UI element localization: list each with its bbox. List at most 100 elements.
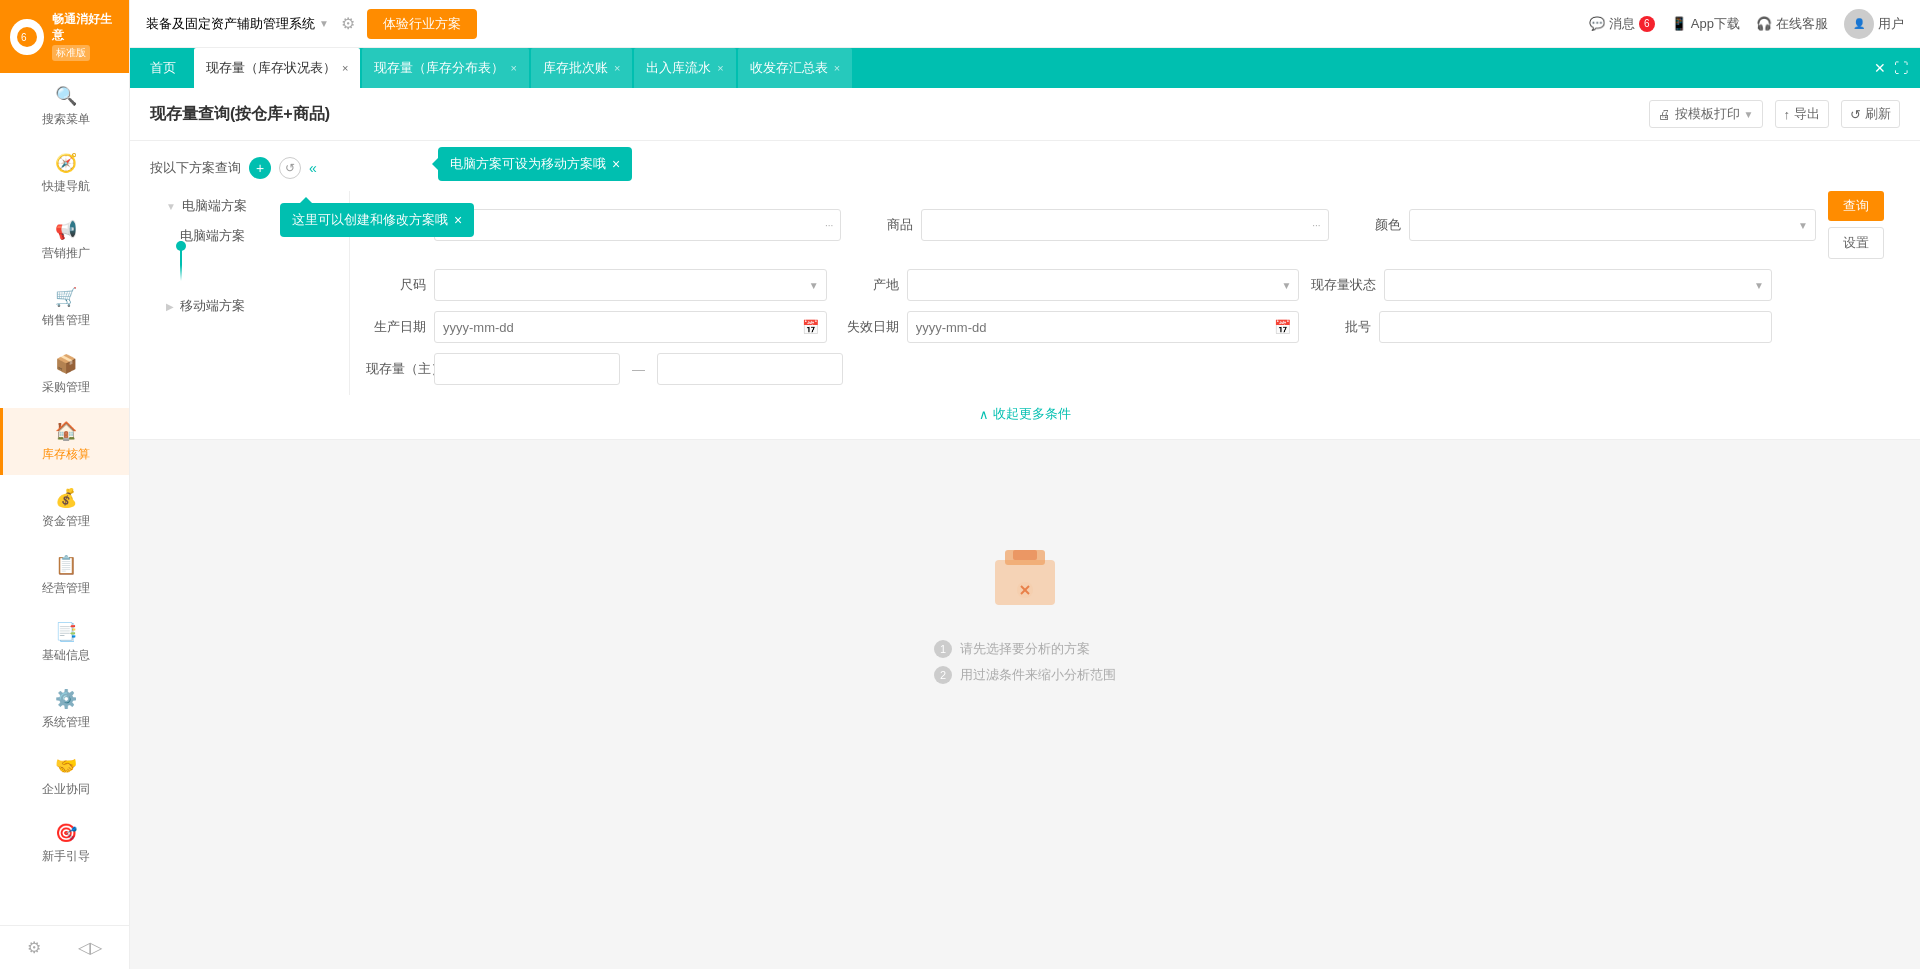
expire-date-input[interactable] [907, 311, 1300, 343]
logo-icon: 6 [10, 19, 44, 55]
sidebar-item-search[interactable]: 🔍 搜索菜单 [0, 73, 129, 140]
warehouse-input[interactable] [434, 209, 841, 241]
tab-inout-flow-close[interactable]: × [717, 62, 723, 74]
template-print-btn[interactable]: 🖨 按模板打印 ▼ [1649, 100, 1763, 128]
tab-batch-account-close[interactable]: × [614, 62, 620, 74]
sidebar-item-operations[interactable]: 📋 经营管理 [0, 542, 129, 609]
scheme-pc-label: 电脑端方案 [182, 197, 247, 215]
filter-row-3: 生产日期 📅 失效日期 📅 [366, 311, 1884, 343]
sidebar-item-guide-label: 新手引导 [42, 848, 90, 865]
size-input[interactable] [434, 269, 827, 301]
sidebar: 6 畅通消好生意 标准版 🔍 搜索菜单 🧭 快捷导航 📢 营销推广 🛒 销售管理… [0, 0, 130, 969]
filter-back-button[interactable]: « [309, 160, 317, 176]
filter-row-4: 现存量（主） — [366, 353, 1884, 385]
export-btn[interactable]: ↑ 导出 [1775, 100, 1830, 128]
tooltip1-close[interactable]: × [612, 156, 620, 172]
system-title-dropdown[interactable]: 装备及固定资产辅助管理系统 ▼ [146, 15, 329, 33]
sidebar-item-sales[interactable]: 🛒 销售管理 [0, 274, 129, 341]
filter-group-size: 尺码 ▼ [366, 269, 827, 301]
dropdown-icon: ▼ [319, 18, 329, 29]
tab-inventory-status[interactable]: 现存量（库存状况表） × [194, 48, 360, 88]
color-input[interactable] [1409, 209, 1816, 241]
page-content: 现存量查询(按仓库+商品) 🖨 按模板打印 ▼ ↑ 导出 ↺ 刷新 [130, 88, 1920, 969]
print-dropdown-icon: ▼ [1744, 109, 1754, 120]
close-all-tabs-icon[interactable]: ✕ [1874, 60, 1886, 76]
empty-steps: 1 请先选择要分析的方案 2 用过滤条件来缩小分析范围 [934, 640, 1116, 692]
sidebar-nav: 🔍 搜索菜单 🧭 快捷导航 📢 营销推广 🛒 销售管理 📦 采购管理 🏠 库存核… [0, 73, 129, 925]
tooltip1-text: 电脑方案可设为移动方案哦 [450, 155, 606, 173]
tooltip-pc-scheme: 电脑方案可设为移动方案哦 × [438, 147, 632, 181]
refresh-btn[interactable]: ↺ 刷新 [1841, 100, 1900, 128]
tab-summary[interactable]: 收发存汇总表 × [738, 48, 852, 88]
range-separator: — [628, 362, 649, 377]
logo-badge: 标准版 [52, 45, 90, 61]
tabbar: 首页 现存量（库存状况表） × 现存量（库存分布表） × 库存批次账 × 出入库… [130, 48, 1920, 88]
online-support-action[interactable]: 🎧 在线客服 [1756, 15, 1828, 33]
sidebar-item-enterprise-label: 企业协同 [42, 781, 90, 798]
expire-date-label: 失效日期 [839, 318, 899, 336]
sidebar-item-system[interactable]: ⚙️ 系统管理 [0, 676, 129, 743]
tab-summary-close[interactable]: × [834, 62, 840, 74]
step-1-text: 请先选择要分析的方案 [960, 640, 1090, 658]
batch-input[interactable] [1379, 311, 1772, 343]
logo-text: 畅通消好生意 [52, 12, 119, 43]
filter-group-expire-date: 失效日期 📅 [839, 311, 1300, 343]
filter-group-origin: 产地 ▼ [839, 269, 1300, 301]
tab-inventory-dist-close[interactable]: × [510, 62, 516, 74]
reset-button[interactable]: 设置 [1828, 227, 1884, 259]
settings-gear-icon[interactable]: ⚙ [341, 14, 355, 33]
expire-date-calendar-icon[interactable]: 📅 [1274, 319, 1291, 335]
sidebar-item-basics[interactable]: 📑 基础信息 [0, 609, 129, 676]
marketing-icon: 📢 [55, 219, 77, 241]
stock-status-label: 现存量状态 [1311, 276, 1376, 294]
size-select-wrapper: ▼ [434, 269, 827, 301]
sidebar-item-inventory[interactable]: 🏠 库存核算 [0, 408, 129, 475]
app-download-action[interactable]: 📱 App下载 [1671, 15, 1740, 33]
produce-date-calendar-icon[interactable]: 📅 [802, 319, 819, 335]
filter-refresh-button[interactable]: ↺ [279, 157, 301, 179]
message-action[interactable]: 💬 消息 6 [1589, 15, 1655, 33]
industry-plan-button[interactable]: 体验行业方案 [367, 9, 477, 39]
produce-date-input[interactable] [434, 311, 827, 343]
batch-label: 批号 [1311, 318, 1371, 336]
filter-add-button[interactable]: + [249, 157, 271, 179]
sidebar-item-finance[interactable]: 💰 资金管理 [0, 475, 129, 542]
goods-select-wrapper: ··· [921, 209, 1328, 241]
goods-label: 商品 [853, 216, 913, 234]
sidebar-item-operations-label: 经营管理 [42, 580, 90, 597]
sidebar-item-enterprise[interactable]: 🤝 企业协同 [0, 743, 129, 810]
tab-inventory-status-close[interactable]: × [342, 62, 348, 74]
filter-collapse-btn[interactable]: ∧ 收起更多条件 [150, 395, 1900, 423]
export-label: 导出 [1794, 105, 1820, 123]
tooltip2-close[interactable]: × [454, 212, 462, 228]
stock-qty-input[interactable] [434, 353, 620, 385]
stock-qty-input-end[interactable] [657, 353, 843, 385]
scheme-mobile-header[interactable]: ▶ 移动端方案 [150, 291, 349, 321]
tooltip-create-scheme: 这里可以创建和修改方案哦 × [280, 203, 474, 237]
compass-icon: 🧭 [55, 152, 77, 174]
sidebar-item-guide[interactable]: 🎯 新手引导 [0, 810, 129, 877]
tab-home[interactable]: 首页 [134, 48, 192, 88]
tab-inventory-status-label: 现存量（库存状况表） [206, 59, 336, 77]
tab-inout-flow[interactable]: 出入库流水 × [634, 48, 735, 88]
stock-status-input[interactable] [1384, 269, 1772, 301]
tab-inventory-dist[interactable]: 现存量（库存分布表） × [362, 48, 528, 88]
sidebar-item-marketing[interactable]: 📢 营销推广 [0, 207, 129, 274]
system-icon: ⚙️ [55, 688, 77, 710]
settings-bottom-btn[interactable]: ⚙ [27, 938, 41, 957]
query-button[interactable]: 查询 [1828, 191, 1884, 221]
tab-batch-account[interactable]: 库存批次账 × [531, 48, 632, 88]
goods-input[interactable] [921, 209, 1328, 241]
user-action[interactable]: 👤 用户 [1844, 9, 1904, 39]
step-2-text: 用过滤条件来缩小分析范围 [960, 666, 1116, 684]
scheme-mobile-label: 移动端方案 [180, 297, 245, 315]
sidebar-item-purchase[interactable]: 📦 采购管理 [0, 341, 129, 408]
origin-input[interactable] [907, 269, 1300, 301]
app-download-label: App下载 [1691, 15, 1740, 33]
empty-step-2: 2 用过滤条件来缩小分析范围 [934, 666, 1116, 684]
collapse-sidebar-btn[interactable]: ◁▷ [78, 938, 102, 957]
maximize-icon[interactable]: ⛶ [1894, 60, 1908, 76]
sidebar-item-basics-label: 基础信息 [42, 647, 90, 664]
warehouse-select-wrapper: ··· [434, 209, 841, 241]
sidebar-item-quicknav[interactable]: 🧭 快捷导航 [0, 140, 129, 207]
